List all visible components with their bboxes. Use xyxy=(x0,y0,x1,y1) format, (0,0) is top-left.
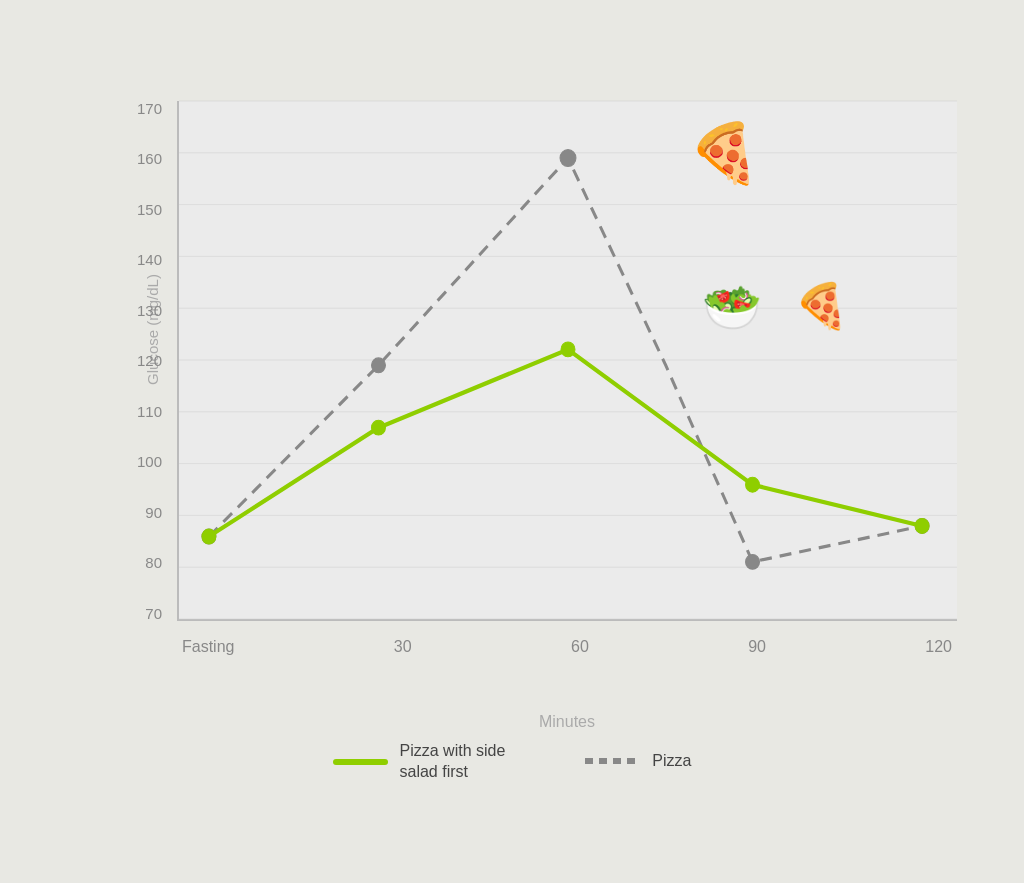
legend-line-dashed xyxy=(585,758,640,764)
x-label-90: 90 xyxy=(748,638,766,656)
pizza-dot-30 xyxy=(372,358,386,373)
salad-dot-90 xyxy=(746,477,760,492)
salad-first-line xyxy=(209,349,922,536)
y-label-150: 150 xyxy=(137,202,162,217)
salad-dot-fasting xyxy=(202,529,216,544)
y-label-80: 80 xyxy=(145,555,162,570)
y-label-140: 140 xyxy=(137,252,162,267)
x-label-fasting: Fasting xyxy=(182,638,234,656)
x-label-30: 30 xyxy=(394,638,412,656)
chart-area: Glucose (mg/dL) 170 160 150 140 130 120 … xyxy=(107,101,957,681)
y-label-160: 160 xyxy=(137,151,162,166)
x-label-60: 60 xyxy=(571,638,589,656)
x-axis-title: Minutes xyxy=(177,713,957,731)
x-axis-labels: Fasting 30 60 90 120 xyxy=(177,638,957,656)
chart-svg xyxy=(179,101,957,619)
y-label-110: 110 xyxy=(137,404,162,419)
salad-dot-30 xyxy=(372,420,386,435)
legend-area: Pizza with sidesalad first Pizza xyxy=(333,741,692,783)
x-label-120: 120 xyxy=(925,638,952,656)
pizza-dot-60 xyxy=(560,149,576,166)
y-label-170: 170 xyxy=(137,101,162,116)
legend-label-pizza: Pizza xyxy=(652,751,691,772)
y-label-130: 130 xyxy=(137,303,162,318)
chart-container: Glucose (mg/dL) 170 160 150 140 130 120 … xyxy=(32,32,992,852)
legend-item-salad: Pizza with sidesalad first xyxy=(333,741,506,783)
y-label-120: 120 xyxy=(137,353,162,368)
legend-line-solid xyxy=(333,759,388,765)
legend-item-pizza: Pizza xyxy=(585,751,691,772)
chart-box: 🍕 🥗 🍕 xyxy=(177,101,957,621)
salad-dot-120 xyxy=(915,518,929,533)
legend-label-salad: Pizza with sidesalad first xyxy=(400,741,506,783)
y-label-70: 70 xyxy=(145,606,162,621)
y-label-100: 100 xyxy=(137,454,162,469)
salad-dot-60 xyxy=(561,342,575,357)
pizza-dot-90 xyxy=(746,554,760,569)
y-axis-labels: 170 160 150 140 130 120 110 100 90 80 70 xyxy=(107,101,172,621)
y-label-90: 90 xyxy=(145,505,162,520)
